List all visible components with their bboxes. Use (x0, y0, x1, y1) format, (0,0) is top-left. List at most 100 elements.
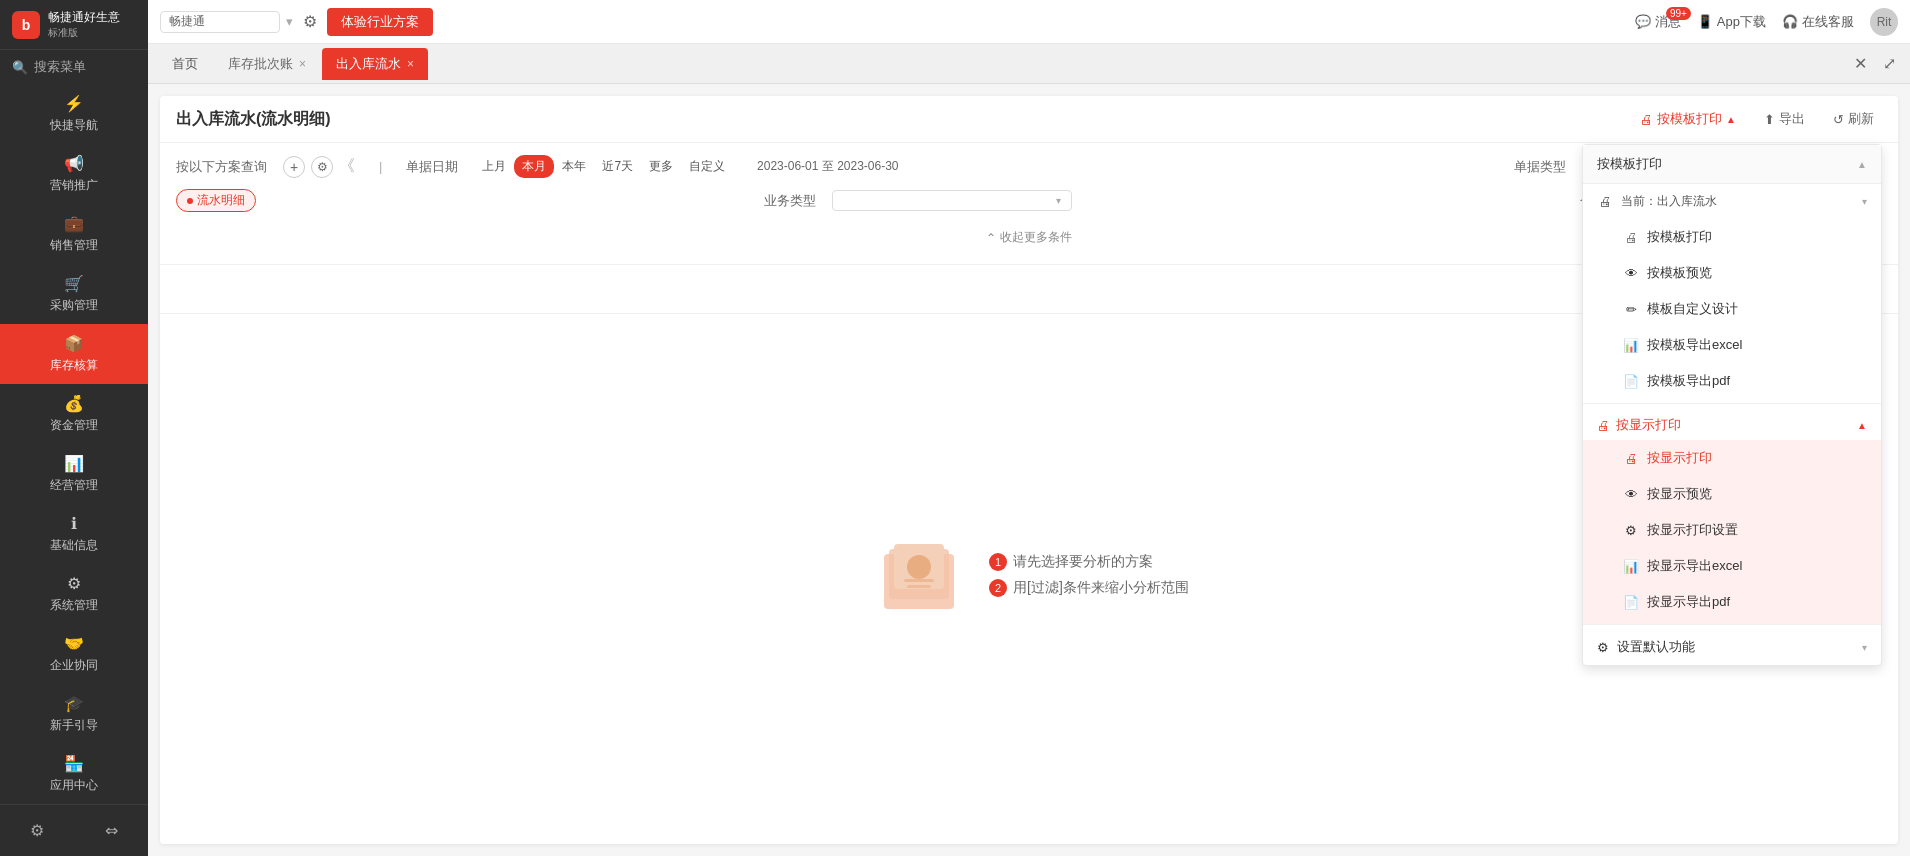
sidebar-settings-button[interactable]: ⚙ (24, 815, 50, 846)
svg-rect-5 (907, 585, 931, 588)
sidebar-item-kuaijie[interactable]: ⚡ 快捷导航 (0, 84, 148, 144)
tab-home[interactable]: 首页 (158, 48, 212, 80)
date-btn-more[interactable]: 更多 (641, 155, 681, 178)
dropdown-current-template[interactable]: 🖨 当前：出入库流水 ▾ (1583, 184, 1881, 219)
sidebar-bottom: ⚙ ⇔ (0, 804, 148, 856)
display-section-header: 🖨 按显示打印 ▲ (1583, 408, 1881, 440)
tab-inventory-batch[interactable]: 库存批次账 × (214, 48, 320, 80)
sidebar-item-caigou[interactable]: 🛒 采购管理 (0, 264, 148, 324)
message-badge: 99+ (1666, 7, 1691, 20)
message-button[interactable]: 💬 消息 99+ (1635, 13, 1681, 31)
tab-inout-flow-close[interactable]: × (407, 58, 414, 70)
display-section-arrow[interactable]: ▲ (1857, 420, 1867, 431)
current-template-arrow: ▾ (1862, 196, 1867, 207)
export-icon: ⬆ (1764, 112, 1775, 127)
page-header: 出入库流水(流水明细) 🖨 按模板打印 ▲ ⬆ 导出 ↺ 刷新 (160, 96, 1898, 143)
set-default-icon: ⚙ (1597, 640, 1609, 655)
maximize-window-button[interactable]: ⤢ (1879, 52, 1900, 75)
tab-inventory-batch-close[interactable]: × (299, 58, 306, 70)
filter-collapse-button[interactable]: 《 (339, 156, 355, 177)
dropdown-display-print-settings[interactable]: ⚙ 按显示打印设置 (1583, 512, 1881, 548)
nav-icon-xiaoshou: 💼 (64, 214, 84, 233)
sidebar-item-jingying[interactable]: 📊 经营管理 (0, 444, 148, 504)
account-dropdown-icon[interactable]: ▾ (286, 14, 293, 29)
dropdown-template-export-excel[interactable]: 📊 按模板导出excel (1583, 327, 1881, 363)
svg-point-3 (907, 555, 931, 579)
sidebar-nav: ⚡ 快捷导航 📢 营销推广 💼 销售管理 🛒 采购管理 📦 库存核算 💰 资金管… (0, 84, 148, 804)
page-panel: 出入库流水(流水明细) 🖨 按模板打印 ▲ ⬆ 导出 ↺ 刷新 (160, 96, 1898, 844)
sidebar-item-xitong[interactable]: ⚙ 系统管理 (0, 564, 148, 624)
dropdown-template-custom[interactable]: ✏ 模板自定义设计 (1583, 291, 1881, 327)
date-btn-this-month[interactable]: 本月 (514, 155, 554, 178)
step1-num: 1 (989, 553, 1007, 571)
content-area: 出入库流水(流水明细) 🖨 按模板打印 ▲ ⬆ 导出 ↺ 刷新 (148, 84, 1910, 856)
search-icon: 🔍 (12, 60, 28, 75)
dropdown-template-print[interactable]: 🖨 按模板打印 (1583, 219, 1881, 255)
dropdown-template-preview[interactable]: 👁 按模板预览 (1583, 255, 1881, 291)
template-print-section: 🖨 按模板打印 👁 按模板预览 ✏ 模板自定义设计 📊 按模板导出excel (1583, 219, 1881, 404)
headset-icon: 🎧 (1782, 14, 1798, 29)
business-type-select[interactable]: ▾ (832, 190, 1072, 211)
template-custom-icon: ✏ (1623, 301, 1639, 317)
sidebar-item-jichu[interactable]: ℹ 基础信息 (0, 504, 148, 564)
sidebar-item-xiaoshou[interactable]: 💼 销售管理 (0, 204, 148, 264)
sidebar-item-yingyong[interactable]: 🏪 应用中心 (0, 744, 148, 804)
tabs-bar: 首页 库存批次账 × 出入库流水 × ✕ ⤢ (148, 44, 1910, 84)
sidebar: b 畅捷通好生意 标准版 🔍 搜索菜单 ⚡ 快捷导航 📢 营销推广 💼 销售管理… (0, 0, 148, 856)
filter-setting-button[interactable]: ⚙ (311, 156, 333, 178)
dropdown-display-print[interactable]: 🖨 按显示打印 (1583, 440, 1881, 476)
user-avatar[interactable]: Rit (1870, 8, 1898, 36)
sidebar-item-qiyexietong[interactable]: 🤝 企业协同 (0, 624, 148, 684)
topbar-gear-icon[interactable]: ⚙ (303, 12, 317, 31)
export-button[interactable]: ⬆ 导出 (1756, 106, 1813, 132)
template-excel-icon: 📊 (1623, 337, 1639, 353)
online-service-button[interactable]: 🎧 在线客服 (1782, 13, 1854, 31)
display-print-icon: 🖨 (1623, 450, 1639, 466)
chevron-up-icon: ⌃ (986, 231, 996, 245)
date-btn-7days[interactable]: 近7天 (594, 155, 641, 178)
account-input[interactable] (160, 11, 280, 33)
app-download-button[interactable]: 📱 App下载 (1697, 13, 1766, 31)
nav-icon-qiyexietong: 🤝 (64, 634, 84, 653)
sidebar-item-yingxiao[interactable]: 📢 营销推广 (0, 144, 148, 204)
refresh-button[interactable]: ↺ 刷新 (1825, 106, 1882, 132)
date-btn-this-year[interactable]: 本年 (554, 155, 594, 178)
display-excel-icon: 📊 (1623, 558, 1639, 574)
dropdown-display-preview[interactable]: 👁 按显示预览 (1583, 476, 1881, 512)
topbar: ▾ ⚙ 体验行业方案 💬 消息 99+ 📱 App下载 🎧 在线客服 Rit (148, 0, 1910, 44)
dropdown-header: 按模板打印 ▲ (1583, 145, 1881, 184)
app-logo-icon: b (12, 11, 40, 39)
template-pdf-icon: 📄 (1623, 373, 1639, 389)
nav-icon-kuaijie: ⚡ (64, 94, 84, 113)
dropdown-display-export-pdf[interactable]: 📄 按显示导出pdf (1583, 584, 1881, 620)
sidebar-logo: b 畅捷通好生意 标准版 (0, 0, 148, 50)
empty-text: 1 请先选择要分析的方案 2 用[过滤]条件来缩小分析范围 (989, 553, 1189, 605)
page-title: 出入库流水(流水明细) (176, 109, 331, 130)
sidebar-item-zijin[interactable]: 💰 资金管理 (0, 384, 148, 444)
dropdown-collapse-arrow[interactable]: ▲ (1857, 159, 1867, 170)
voucher-tag: 流水明细 (176, 189, 256, 212)
industry-solution-button[interactable]: 体验行业方案 (327, 8, 433, 36)
business-type-arrow: ▾ (1056, 195, 1061, 206)
tab-inout-flow[interactable]: 出入库流水 × (322, 48, 428, 80)
phone-icon: 📱 (1697, 14, 1713, 29)
empty-illustration (869, 529, 969, 629)
sidebar-expand-button[interactable]: ⇔ (99, 815, 124, 846)
business-type-label: 业务类型 (764, 192, 816, 210)
filter-label: 按以下方案查询 (176, 158, 267, 176)
refresh-icon: ↺ (1833, 112, 1844, 127)
current-template-icon: 🖨 (1597, 194, 1613, 210)
dropdown-set-default[interactable]: ⚙ 设置默认功能 ▾ (1583, 629, 1881, 665)
sidebar-item-xinshou[interactable]: 🎓 新手引导 (0, 684, 148, 744)
date-btn-last-month[interactable]: 上月 (474, 155, 514, 178)
close-window-button[interactable]: ✕ (1850, 52, 1871, 75)
dropdown-display-export-excel[interactable]: 📊 按显示导出excel (1583, 548, 1881, 584)
sidebar-search-menu[interactable]: 🔍 搜索菜单 (0, 50, 148, 84)
filter-add-button[interactable]: + (283, 156, 305, 178)
date-btn-custom[interactable]: 自定义 (681, 155, 733, 178)
dropdown-template-export-pdf[interactable]: 📄 按模板导出pdf (1583, 363, 1881, 399)
sidebar-item-kucun[interactable]: 📦 库存核算 (0, 324, 148, 384)
nav-icon-zijin: 💰 (64, 394, 84, 413)
print-template-button[interactable]: 🖨 按模板打印 ▲ (1632, 106, 1744, 132)
printer-icon: 🖨 (1640, 112, 1653, 127)
